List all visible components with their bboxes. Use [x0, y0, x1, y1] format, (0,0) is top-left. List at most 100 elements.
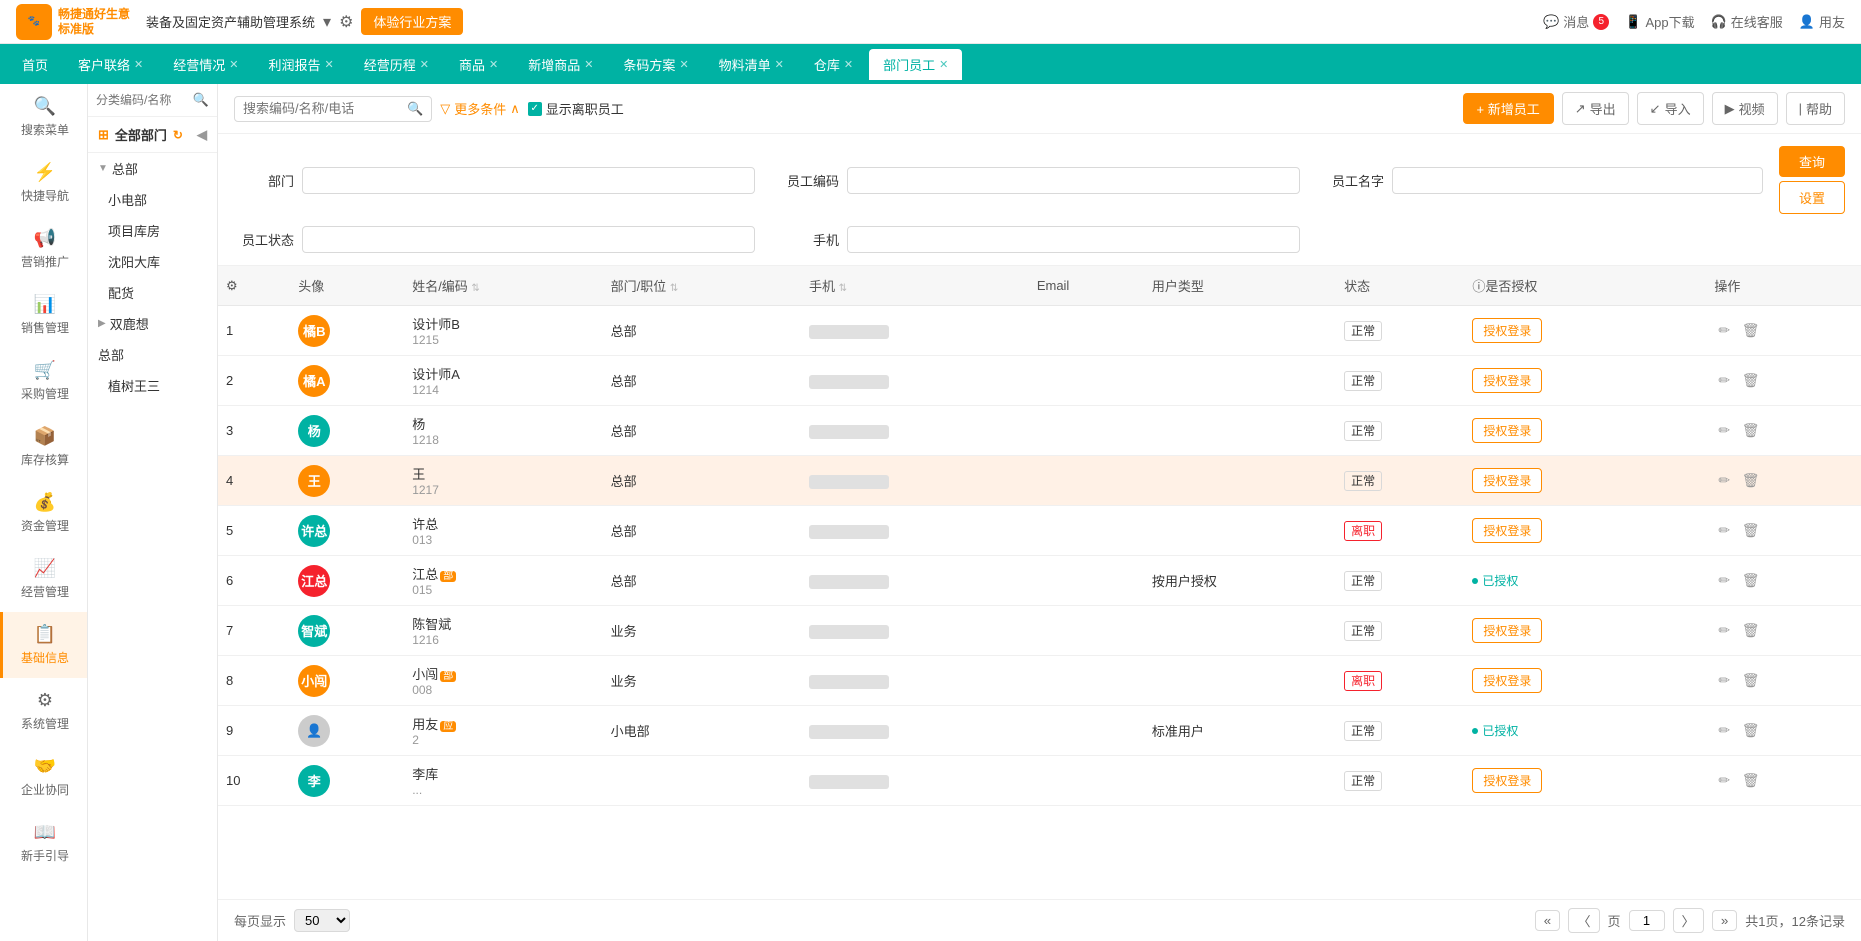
- delete-button[interactable]: 🗑: [1738, 470, 1764, 490]
- help-button[interactable]: | 帮助: [1786, 92, 1845, 125]
- dept-item-xiaodian[interactable]: 小电部: [88, 184, 217, 215]
- message-link[interactable]: 💬 消息 5: [1543, 12, 1609, 31]
- edit-button[interactable]: ✏: [1714, 320, 1734, 340]
- first-page-btn[interactable]: «: [1535, 910, 1560, 931]
- edit-button[interactable]: ✏: [1714, 470, 1734, 490]
- tab-profit[interactable]: 利润报告✕: [254, 49, 347, 80]
- add-employee-button[interactable]: + 新增员工: [1463, 93, 1554, 124]
- close-icon[interactable]: ✕: [844, 58, 853, 71]
- search-input[interactable]: [243, 101, 403, 116]
- edit-button[interactable]: ✏: [1714, 370, 1734, 390]
- auth-login-button[interactable]: 授权登录: [1472, 768, 1542, 793]
- sidebar-item-search[interactable]: 🔍 搜索菜单: [0, 84, 87, 150]
- auth-login-button[interactable]: 授权登录: [1472, 318, 1542, 343]
- delete-button[interactable]: 🗑: [1738, 770, 1764, 790]
- dept-item-project[interactable]: 项目库房: [88, 215, 217, 246]
- dept-item-zhishuwang[interactable]: 植树王三: [88, 370, 217, 401]
- gear-icon[interactable]: ⚙: [339, 12, 353, 32]
- sidebar-item-marketing[interactable]: 📢 营销推广: [0, 216, 87, 282]
- dept-item-peihuo[interactable]: 配货: [88, 277, 217, 308]
- collapse-icon[interactable]: ◀: [197, 127, 207, 143]
- auth-login-button[interactable]: 授权登录: [1472, 418, 1542, 443]
- phone-input[interactable]: [847, 226, 1300, 253]
- col-dept[interactable]: 部门/职位 ⇅: [603, 266, 801, 306]
- auth-login-button[interactable]: 授权登录: [1472, 618, 1542, 643]
- delete-button[interactable]: 🗑: [1738, 320, 1764, 340]
- sidebar-item-sales[interactable]: 📊 销售管理: [0, 282, 87, 348]
- sidebar-item-inventory[interactable]: 📦 库存核算: [0, 414, 87, 480]
- empname-input[interactable]: [1392, 167, 1763, 194]
- dept-group-shuangluxiang[interactable]: ▶ 双鹿想: [88, 308, 217, 339]
- tab-home[interactable]: 首页: [8, 49, 62, 80]
- close-icon[interactable]: ✕: [489, 58, 498, 71]
- more-filters-btn[interactable]: ▽ 更多条件 ∧: [440, 99, 520, 118]
- auth-login-button[interactable]: 授权登录: [1472, 518, 1542, 543]
- close-icon[interactable]: ✕: [325, 58, 334, 71]
- auth-login-button[interactable]: 授权登录: [1472, 468, 1542, 493]
- edit-button[interactable]: ✏: [1714, 570, 1734, 590]
- edit-button[interactable]: ✏: [1714, 770, 1734, 790]
- tab-bom[interactable]: 物料清单✕: [705, 49, 798, 80]
- tab-employees[interactable]: 部门员工✕: [869, 49, 962, 80]
- sidebar-item-collab[interactable]: 🤝 企业协同: [0, 744, 87, 810]
- close-icon[interactable]: ✕: [584, 58, 593, 71]
- page-size-select[interactable]: 50 100: [294, 909, 350, 932]
- close-icon[interactable]: ✕: [134, 58, 143, 71]
- tab-barcode[interactable]: 条码方案✕: [609, 49, 702, 80]
- close-icon[interactable]: ✕: [939, 58, 948, 71]
- sidebar-item-finance[interactable]: 💰 资金管理: [0, 480, 87, 546]
- app-download-link[interactable]: 📱 App下载: [1625, 12, 1694, 31]
- sidebar-item-purchase[interactable]: 🛒 采购管理: [0, 348, 87, 414]
- delete-button[interactable]: 🗑: [1738, 420, 1764, 440]
- edit-button[interactable]: ✏: [1714, 720, 1734, 740]
- dept-search-input[interactable]: [96, 93, 193, 107]
- tab-operation[interactable]: 经营情况✕: [159, 49, 252, 80]
- empstatus-select[interactable]: [302, 226, 755, 253]
- sidebar-item-basic[interactable]: 📋 基础信息: [0, 612, 87, 678]
- experience-button[interactable]: 体验行业方案: [361, 8, 463, 35]
- query-button[interactable]: 查询: [1779, 146, 1845, 177]
- auth-login-button[interactable]: 授权登录: [1472, 668, 1542, 693]
- tab-customer[interactable]: 客户联络✕: [64, 49, 157, 80]
- col-settings[interactable]: ⚙: [218, 266, 290, 306]
- online-service-link[interactable]: 🎧 在线客服: [1711, 12, 1783, 31]
- import-button[interactable]: ↙ 导入: [1637, 92, 1704, 125]
- tab-goods[interactable]: 商品✕: [445, 49, 512, 80]
- view-button[interactable]: ▶ 视频: [1712, 92, 1778, 125]
- close-icon[interactable]: ✕: [229, 58, 238, 71]
- export-button[interactable]: ↗ 导出: [1562, 92, 1629, 125]
- user-avatar[interactable]: 👤 用友: [1799, 12, 1845, 31]
- sidebar-item-shortcut[interactable]: ⚡ 快捷导航: [0, 150, 87, 216]
- dept-select[interactable]: [302, 167, 755, 194]
- col-phone[interactable]: 手机 ⇅: [801, 266, 1029, 306]
- dept-group-zonbu[interactable]: ▼ 总部: [88, 153, 217, 184]
- close-icon[interactable]: ✕: [775, 58, 784, 71]
- close-icon[interactable]: ✕: [679, 58, 688, 71]
- edit-button[interactable]: ✏: [1714, 670, 1734, 690]
- delete-button[interactable]: 🗑: [1738, 720, 1764, 740]
- all-dept-item[interactable]: ⊞ 全部部门 ↻ ◀: [88, 117, 217, 153]
- tab-history[interactable]: 经营历程✕: [350, 49, 443, 80]
- dept-group-zonbu2[interactable]: 总部: [88, 339, 217, 370]
- show-resigned-toggle[interactable]: ✓ 显示离职员工: [528, 99, 624, 118]
- delete-button[interactable]: 🗑: [1738, 370, 1764, 390]
- page-number-input[interactable]: [1629, 910, 1665, 931]
- empcode-input[interactable]: [847, 167, 1300, 194]
- col-name[interactable]: 姓名/编码 ⇅: [404, 266, 602, 306]
- dept-search-icon[interactable]: 🔍: [193, 92, 209, 108]
- delete-button[interactable]: 🗑: [1738, 620, 1764, 640]
- tab-new-goods[interactable]: 新增商品✕: [514, 49, 607, 80]
- sidebar-item-system[interactable]: ⚙ 系统管理: [0, 678, 87, 744]
- edit-button[interactable]: ✏: [1714, 420, 1734, 440]
- edit-button[interactable]: ✏: [1714, 520, 1734, 540]
- dropdown-arrow-icon[interactable]: ▾: [323, 12, 331, 32]
- delete-button[interactable]: 🗑: [1738, 520, 1764, 540]
- tab-warehouse[interactable]: 仓库✕: [800, 49, 867, 80]
- sidebar-item-guide[interactable]: 📖 新手引导: [0, 810, 87, 876]
- close-icon[interactable]: ✕: [420, 58, 429, 71]
- sidebar-item-management[interactable]: 📈 经营管理: [0, 546, 87, 612]
- dept-item-shenyang[interactable]: 沈阳大库: [88, 246, 217, 277]
- delete-button[interactable]: 🗑: [1738, 570, 1764, 590]
- search-icon[interactable]: 🔍: [407, 101, 423, 117]
- prev-page-btn[interactable]: 〈: [1568, 908, 1599, 933]
